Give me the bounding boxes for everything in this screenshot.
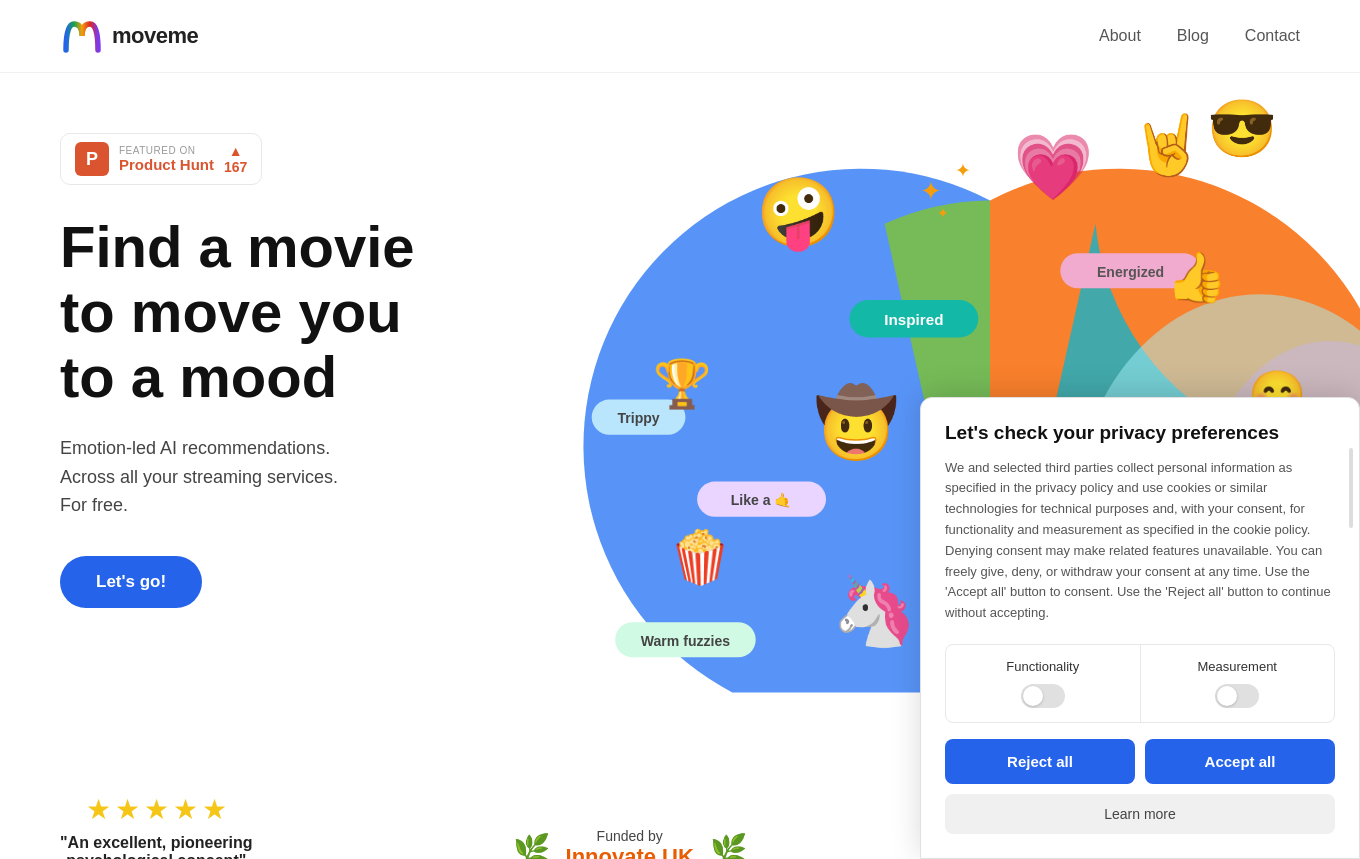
leaf-left-icon: 🌿 [513,832,550,860]
svg-text:😎: 😎 [1207,95,1278,162]
accept-all-button[interactable]: Accept all [1145,739,1335,784]
logo-text: moveme [112,23,198,49]
stars: ★ ★ ★ ★ ★ [86,793,227,826]
review-text: "An excellent, pioneeringpsychological c… [60,834,253,859]
privacy-title: Let's check your privacy preferences [945,422,1335,444]
star-3: ★ [144,793,169,826]
funded-line2: Innovate UK [566,844,694,859]
funded-section: 🌿 Funded by Innovate UK 🌿 [513,828,747,859]
privacy-modal: Let's check your privacy preferences We … [920,397,1360,859]
learn-more-button[interactable]: Learn more [945,794,1335,834]
svg-text:🤪: 🤪 [756,173,841,253]
svg-text:✦: ✦ [920,177,942,205]
measurement-label: Measurement [1198,659,1277,674]
functionality-label: Functionality [1006,659,1079,674]
hero-left: P FEATURED ON Product Hunt ▲ 167 Find a … [60,113,520,608]
privacy-buttons: Reject all Accept all [945,739,1335,784]
svg-text:✦: ✦ [955,160,971,181]
ph-text: FEATURED ON Product Hunt [119,145,214,173]
ph-icon: P [75,142,109,176]
svg-text:Warm fuzzies: Warm fuzzies [641,633,730,649]
svg-text:💗: 💗 [1013,129,1094,205]
svg-text:Inspired: Inspired [884,311,943,328]
ph-name: Product Hunt [119,156,214,173]
ph-count: 167 [224,159,247,175]
star-4: ★ [173,793,198,826]
star-1: ★ [86,793,111,826]
functionality-toggle-section: Functionality [946,645,1141,722]
svg-text:Energized: Energized [1097,264,1164,280]
hero-subtitle: Emotion-led AI recommendations. Across a… [60,434,520,520]
measurement-toggle[interactable] [1215,684,1259,708]
svg-text:🤘: 🤘 [1131,110,1205,180]
privacy-body: We and selected third parties collect pe… [945,458,1335,624]
logo-icon [60,14,104,58]
nav-blog[interactable]: Blog [1177,27,1209,44]
ph-votes: ▲ 167 [224,143,247,175]
ph-arrow-icon: ▲ [229,143,243,159]
nav-contact[interactable]: Contact [1245,27,1300,44]
svg-text:Like a 🤙: Like a 🤙 [731,491,793,509]
privacy-toggles: Functionality Measurement [945,644,1335,723]
hero-title: Find a movie to move you to a mood [60,215,520,410]
functionality-toggle[interactable] [1021,684,1065,708]
svg-text:🤠: 🤠 [814,383,899,463]
nav-links: About Blog Contact [1099,27,1300,45]
leaf-right-icon: 🌿 [710,832,747,860]
product-hunt-badge[interactable]: P FEATURED ON Product Hunt ▲ 167 [60,133,262,185]
measurement-toggle-section: Measurement [1141,645,1335,722]
svg-text:Trippy: Trippy [617,410,659,426]
logo[interactable]: moveme [60,14,198,58]
ph-featured-label: FEATURED ON [119,145,214,156]
svg-text:👍: 👍 [1166,248,1228,307]
star-5: ★ [202,793,227,826]
navbar: moveme About Blog Contact [0,0,1360,73]
svg-text:🦄: 🦄 [832,571,917,651]
modal-scrollbar [1349,448,1353,528]
cta-button[interactable]: Let's go! [60,556,202,608]
nav-about[interactable]: About [1099,27,1141,44]
star-2: ★ [115,793,140,826]
svg-text:✦: ✦ [937,205,949,221]
svg-text:🍿: 🍿 [668,527,733,588]
funded-text: Funded by Innovate UK [566,828,694,859]
stars-section: ★ ★ ★ ★ ★ "An excellent, pioneeringpsych… [60,793,253,859]
funded-line1: Funded by [566,828,694,844]
reject-all-button[interactable]: Reject all [945,739,1135,784]
privacy-overlay: Let's check your privacy preferences We … [920,397,1360,859]
svg-text:🏆: 🏆 [653,356,712,412]
